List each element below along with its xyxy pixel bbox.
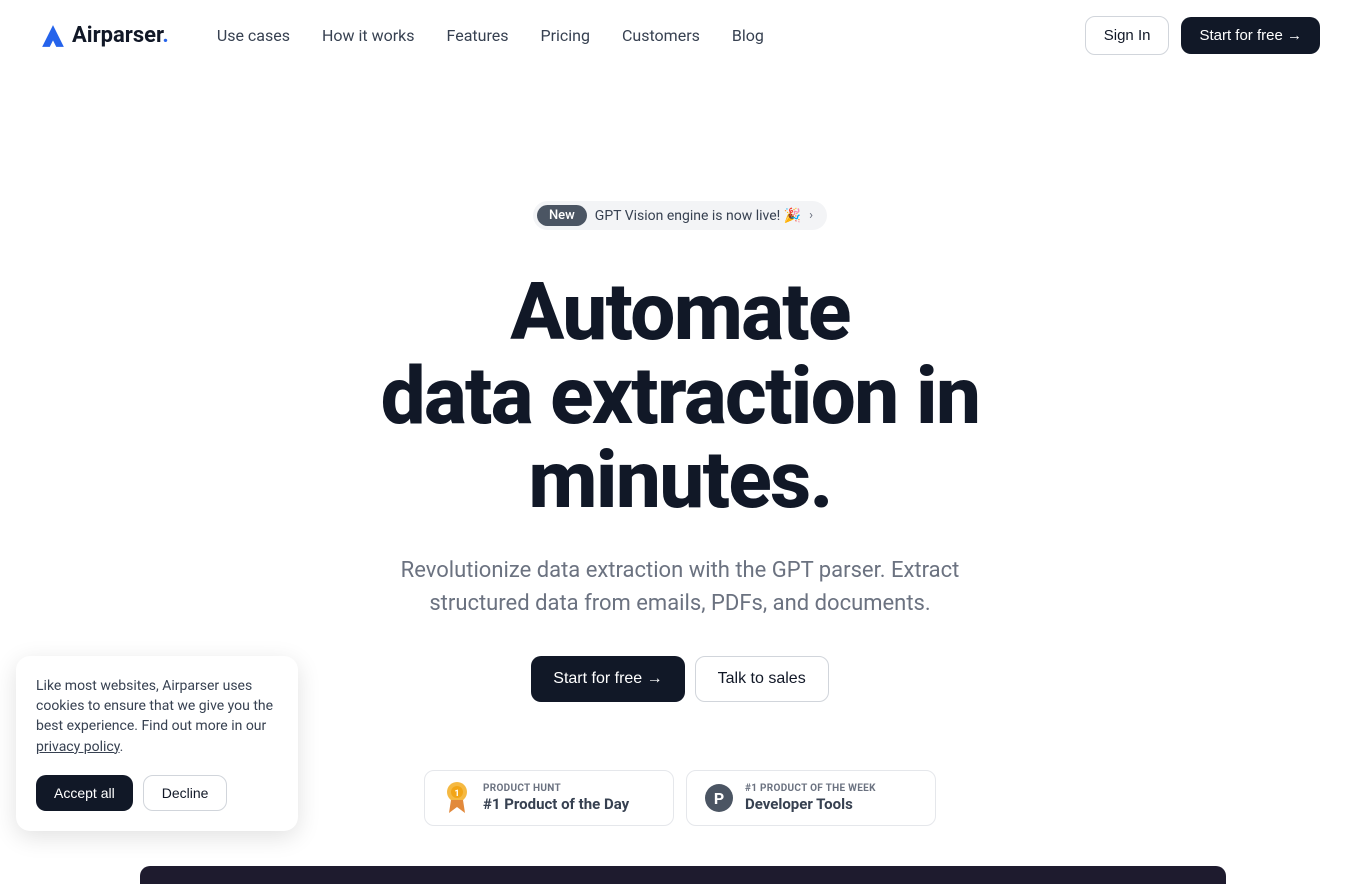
start-free-hero-button[interactable]: Start for free → bbox=[531, 656, 684, 702]
nav-features[interactable]: Features bbox=[447, 26, 509, 45]
nav-customers[interactable]: Customers bbox=[622, 26, 700, 45]
cookie-text: Like most websites, Airparser uses cooki… bbox=[36, 676, 278, 757]
svg-text:1: 1 bbox=[454, 789, 459, 799]
hero-subtitle: Revolutionize data extraction with the G… bbox=[360, 554, 1000, 620]
main-nav: Use cases How it works Features Pricing … bbox=[217, 26, 764, 45]
hero-cta-row: Start for free → Talk to sales bbox=[140, 656, 1220, 702]
nav-pricing[interactable]: Pricing bbox=[540, 26, 590, 45]
nav-how-it-works[interactable]: How it works bbox=[322, 26, 415, 45]
header-actions: Sign In Start for free → bbox=[1085, 16, 1320, 55]
hero-line1: Automate bbox=[510, 265, 850, 359]
announcement-banner[interactable]: New GPT Vision engine is now live! 🎉 › bbox=[533, 201, 827, 230]
hero-headline: Automate data extraction in minutes. bbox=[140, 270, 1220, 522]
announcement-text: GPT Vision engine is now live! 🎉 bbox=[595, 208, 801, 224]
cookie-banner: Like most websites, Airparser uses cooki… bbox=[16, 656, 298, 831]
chevron-right-icon: › bbox=[809, 208, 813, 223]
hero-line2: data extraction in bbox=[381, 349, 980, 443]
start-free-header-button[interactable]: Start for free → bbox=[1181, 17, 1320, 54]
product-hunt-badge[interactable]: 1 PRODUCT HUNT #1 Product of the Day bbox=[424, 770, 674, 826]
p-icon: P bbox=[705, 784, 733, 812]
nav-use-cases[interactable]: Use cases bbox=[217, 26, 290, 45]
hero-section: New GPT Vision engine is now live! 🎉 › A… bbox=[140, 71, 1220, 884]
brand-name: Airparser. bbox=[72, 23, 169, 48]
announcement-pill: New bbox=[537, 205, 587, 226]
badge-title: Developer Tools bbox=[745, 795, 876, 813]
badge-kicker: #1 PRODUCT OF THE WEEK bbox=[745, 783, 876, 794]
badge-kicker: PRODUCT HUNT bbox=[483, 783, 629, 794]
accept-cookies-button[interactable]: Accept all bbox=[36, 775, 133, 811]
hero-video-preview[interactable] bbox=[140, 866, 1226, 884]
decline-cookies-button[interactable]: Decline bbox=[143, 775, 228, 811]
brand-logo[interactable]: Airparser. bbox=[40, 23, 169, 49]
talk-to-sales-button[interactable]: Talk to sales bbox=[695, 656, 829, 702]
site-header: Airparser. Use cases How it works Featur… bbox=[0, 0, 1360, 71]
sign-in-button[interactable]: Sign In bbox=[1085, 16, 1170, 55]
badge-title: #1 Product of the Day bbox=[483, 795, 629, 813]
hero-line3: minutes. bbox=[528, 433, 831, 527]
privacy-policy-link[interactable]: privacy policy bbox=[36, 739, 120, 755]
product-of-week-badge[interactable]: P #1 PRODUCT OF THE WEEK Developer Tools bbox=[686, 770, 936, 826]
nav-blog[interactable]: Blog bbox=[732, 26, 764, 45]
award-badges: 1 PRODUCT HUNT #1 Product of the Day P #… bbox=[140, 770, 1220, 826]
logo-icon bbox=[40, 23, 66, 49]
medal-icon: 1 bbox=[443, 781, 471, 815]
